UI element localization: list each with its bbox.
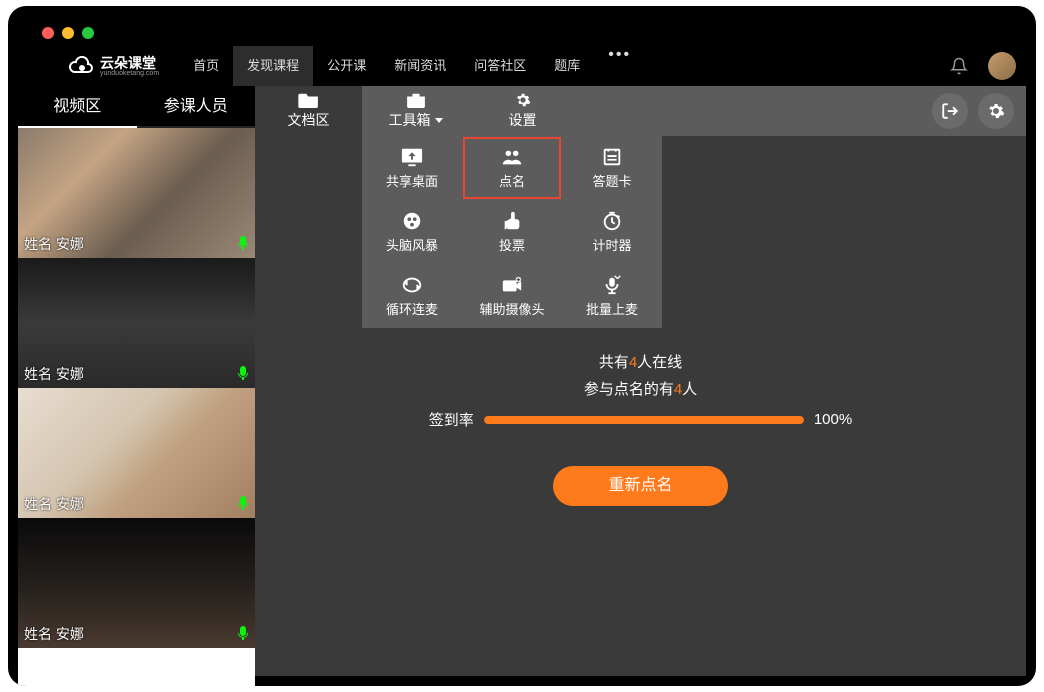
folder-icon <box>298 92 320 108</box>
tool-answer-card[interactable]: 答题卡 <box>562 136 662 200</box>
nav-discover[interactable]: 发现课程 <box>233 46 313 86</box>
video-item[interactable] <box>18 648 255 686</box>
rollcall-icon <box>501 147 523 167</box>
close-window[interactable] <box>42 27 54 39</box>
logo[interactable]: 云朵课堂 yunduoketang.com <box>68 56 159 77</box>
gear-button[interactable] <box>978 93 1014 129</box>
signin-rate-label: 签到率 <box>429 409 474 430</box>
tool-batch-mic[interactable]: 批量上麦 <box>562 264 662 328</box>
nav-more[interactable]: ••• <box>594 46 645 86</box>
minimize-window[interactable] <box>62 27 74 39</box>
tool-rollcall[interactable]: 点名 <box>462 136 562 200</box>
video-label: 姓名 安娜 <box>24 494 84 514</box>
cycle-mic-icon <box>401 275 423 295</box>
top-nav: 云朵课堂 yunduoketang.com 首页 发现课程 公开课 新闻资讯 问… <box>18 46 1026 86</box>
tool-vote[interactable]: 投票 <box>462 200 562 264</box>
re-rollcall-button[interactable]: 重新点名 <box>553 466 728 506</box>
main-toolbar: 文档区 工具箱 设置 <box>255 86 1026 136</box>
gear-icon <box>987 102 1005 120</box>
tab-video[interactable]: 视频区 <box>18 86 137 128</box>
nav-questions[interactable]: 题库 <box>540 46 594 86</box>
app-window: 云朵课堂 yunduoketang.com 首页 发现课程 公开课 新闻资讯 问… <box>8 6 1036 686</box>
online-count-text: 共有4人在线 <box>255 351 1026 372</box>
mic-icon <box>237 236 249 252</box>
sidebar: 视频区 参课人员 姓名 安娜 姓名 安娜 <box>18 86 255 676</box>
signin-rate-row: 签到率 100% <box>255 409 1026 430</box>
participate-count-text: 参与点名的有4人 <box>255 378 1026 399</box>
nav-qa[interactable]: 问答社区 <box>460 46 540 86</box>
tool-share-screen[interactable]: 共享桌面 <box>362 136 462 200</box>
toolbox-icon <box>405 92 427 108</box>
video-item[interactable]: 姓名 安娜 <box>18 388 255 518</box>
mic-icon <box>237 496 249 512</box>
nav-home[interactable]: 首页 <box>179 46 233 86</box>
cloud-icon <box>68 56 96 76</box>
nav-news[interactable]: 新闻资讯 <box>380 46 460 86</box>
main-area: 文档区 工具箱 设置 <box>255 86 1026 676</box>
tool-timer[interactable]: 计时器 <box>562 200 662 264</box>
video-list: 姓名 安娜 姓名 安娜 姓名 安娜 <box>18 128 255 686</box>
share-screen-icon <box>401 147 423 167</box>
tool-cycle-mic[interactable]: 循环连麦 <box>362 264 462 328</box>
bell-icon[interactable] <box>950 57 968 75</box>
gear-icon <box>512 92 534 108</box>
video-item[interactable]: 姓名 安娜 <box>18 258 255 388</box>
mic-icon <box>237 626 249 642</box>
chevron-down-icon <box>435 118 443 123</box>
video-item[interactable]: 姓名 安娜 <box>18 128 255 258</box>
logo-subtitle: yunduoketang.com <box>100 70 159 77</box>
video-thumb <box>18 648 255 686</box>
settings-button[interactable]: 设置 <box>469 86 576 136</box>
avatar[interactable] <box>988 52 1016 80</box>
tool-brainstorm[interactable]: 头脑风暴 <box>362 200 462 264</box>
answer-card-icon <box>601 147 623 167</box>
nav-open-class[interactable]: 公开课 <box>313 46 380 86</box>
nav-items: 首页 发现课程 公开课 新闻资讯 问答社区 题库 ••• <box>179 46 645 86</box>
tools-dropdown: 共享桌面 点名 答题卡 头脑风暴 投票 计时器 <box>362 136 662 328</box>
toolbox-button[interactable]: 工具箱 <box>362 86 469 136</box>
vote-icon <box>501 211 523 231</box>
doc-area-button[interactable]: 文档区 <box>255 86 362 136</box>
batch-mic-icon <box>601 275 623 295</box>
video-label: 姓名 安娜 <box>24 364 84 384</box>
progress-bar <box>484 416 804 424</box>
video-item[interactable]: 姓名 安娜 <box>18 518 255 648</box>
rollcall-panel: 共有4人在线 参与点名的有4人 签到率 100% 重新点名 <box>255 351 1026 506</box>
timer-icon <box>601 211 623 231</box>
window-controls <box>42 27 94 39</box>
video-label: 姓名 安娜 <box>24 624 84 644</box>
progress-fill <box>484 416 804 424</box>
logo-title: 云朵课堂 <box>100 56 159 70</box>
sidebar-tabs: 视频区 参课人员 <box>18 86 255 128</box>
brainstorm-icon <box>401 211 423 231</box>
tool-aux-camera[interactable]: 辅助摄像头 <box>462 264 562 328</box>
exit-icon <box>941 102 959 120</box>
maximize-window[interactable] <box>82 27 94 39</box>
aux-camera-icon <box>501 275 523 295</box>
signin-rate-value: 100% <box>814 411 852 428</box>
exit-button[interactable] <box>932 93 968 129</box>
tab-participants[interactable]: 参课人员 <box>137 86 256 126</box>
video-label: 姓名 安娜 <box>24 234 84 254</box>
mic-icon <box>237 366 249 382</box>
